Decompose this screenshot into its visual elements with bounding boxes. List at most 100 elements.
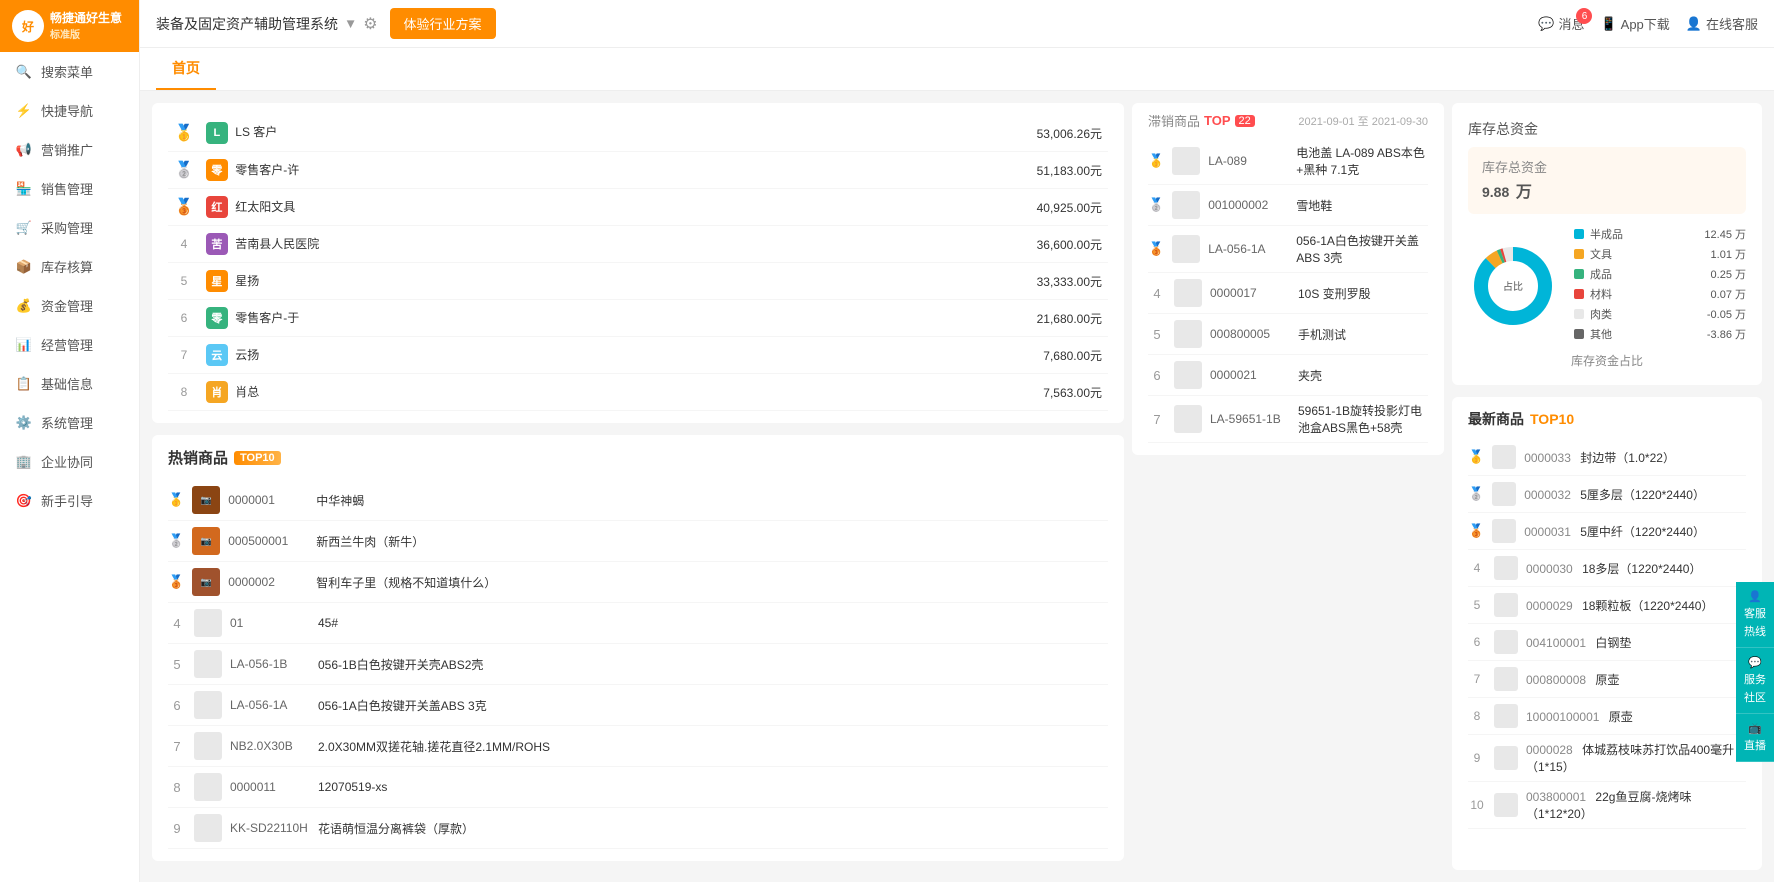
product-name: 夹壳: [1298, 367, 1428, 384]
product-code: LA-089: [1208, 154, 1288, 168]
legend-amount: 0.25 万: [1711, 266, 1746, 282]
float-community-button[interactable]: 💬 服务 社区: [1736, 648, 1774, 714]
sidebar-nav: 🔍 搜索菜单 ⚡ 快捷导航 📢 营销推广 🏪 销售管理 🛒 采购管理 📦 库存核…: [0, 52, 139, 882]
legend-label: 成品: [1590, 266, 1705, 282]
legend-item: 肉类 -0.05 万: [1574, 306, 1746, 322]
sidebar-item-marketing[interactable]: 📢 营销推广: [0, 130, 139, 169]
topbar: 装备及固定资产辅助管理系统 ▼ ⚙ 体验行业方案 💬 消息 6 📱 App下载 …: [140, 0, 1774, 48]
product-code: 003800001: [1526, 790, 1586, 804]
online-service-button[interactable]: 👤 在线客服: [1686, 14, 1758, 33]
legend-label: 材料: [1590, 286, 1705, 302]
float-service-button[interactable]: 👤 客服 热线: [1736, 582, 1774, 648]
svg-text:占比: 占比: [1503, 280, 1523, 293]
product-thumbnail: [1494, 667, 1518, 691]
rank-cell: 5: [168, 263, 200, 300]
medal-icon: 🥇: [174, 125, 194, 142]
sidebar-item-inventory[interactable]: 📦 库存核算: [0, 247, 139, 286]
inventory-title: 库存总资金: [1468, 119, 1746, 139]
product-code: NB2.0X30B: [230, 739, 310, 753]
rank-number: 4: [1468, 561, 1486, 575]
content-area: 🥇 L LS 客户 53,006.26元 🥈 零 零售客户-许 51,183.0…: [140, 91, 1774, 882]
message-button[interactable]: 💬 消息 6: [1538, 14, 1584, 33]
legend-item: 成品 0.25 万: [1574, 266, 1746, 282]
product-name: 056-1B白色按键开关壳ABS2壳: [318, 656, 1108, 673]
list-item: 5 0000029 18颗粒板（1220*2440）: [1468, 587, 1746, 624]
product-name: 原壶: [1595, 673, 1619, 687]
product-name: 10S 变刑罗殷: [1298, 285, 1428, 302]
sold-products-list: 🥇 LA-089 电池盖 LA-089 ABS本色+黑种 7.1克 🥈 0010…: [1148, 138, 1428, 443]
legend-label: 半成品: [1590, 226, 1698, 242]
sidebar-item-sales[interactable]: 🏪 销售管理: [0, 169, 139, 208]
app-download-button[interactable]: 📱 App下载: [1600, 14, 1669, 33]
trial-button[interactable]: 体验行业方案: [390, 8, 496, 39]
product-name: 智利车子里（规格不知道填什么）: [316, 574, 1108, 591]
legend-amount: 1.01 万: [1711, 246, 1746, 262]
sidebar-item-operations[interactable]: 📊 经营管理: [0, 325, 139, 364]
table-row: 5 星 星扬 33,333.00元: [168, 263, 1108, 300]
sidebar-item-system[interactable]: ⚙️ 系统管理: [0, 403, 139, 442]
rank-number: 5: [1148, 327, 1166, 342]
sidebar-item-enterprise[interactable]: 🏢 企业协同: [0, 442, 139, 481]
customer-name: LS 客户: [235, 125, 277, 139]
sidebar-item-basicinfo[interactable]: 📋 基础信息: [0, 364, 139, 403]
sidebar-item-purchase[interactable]: 🛒 采购管理: [0, 208, 139, 247]
product-name: 59651-1B旋转投影灯电池盒ABS黑色+58壳: [1298, 402, 1428, 436]
rank-number: 6: [1468, 635, 1486, 649]
medal-icon: 🥇: [1148, 153, 1164, 169]
system-dropdown-button[interactable]: ▼: [344, 16, 357, 31]
product-code: 004100001: [1526, 636, 1586, 650]
product-info: 10000100001 原壶: [1526, 708, 1746, 725]
message-icon: 💬: [1538, 16, 1554, 32]
sidebar-item-label: 快捷导航: [41, 101, 93, 120]
inventory-icon: 📦: [15, 258, 33, 276]
sidebar-item-finance[interactable]: 💰 资金管理: [0, 286, 139, 325]
sidebar-item-guide[interactable]: 🎯 新手引导: [0, 481, 139, 520]
product-thumbnail: 📷: [192, 568, 220, 596]
hot-products-list: 🥇 📷 0000001 中华神蝎 🥈 📷 000500001 新西兰牛肉（新牛）…: [168, 480, 1108, 849]
medal-icon: 🥉: [168, 574, 184, 590]
product-name: 056-1A白色按键开关盖ABS 3壳: [1296, 232, 1428, 266]
product-thumbnail: [1492, 445, 1516, 469]
customer-badge-cell: 零 零售客户-于: [200, 300, 761, 337]
system-settings-button[interactable]: ⚙: [363, 14, 377, 34]
float-live-button[interactable]: 📺 直播: [1736, 714, 1774, 762]
customer-badge: L: [206, 122, 228, 144]
product-thumbnail: [194, 691, 222, 719]
legend-amount: 0.07 万: [1711, 286, 1746, 302]
product-name: 电池盖 LA-089 ABS本色+黑种 7.1克: [1296, 144, 1428, 178]
product-info: 004100001 白钢垫: [1526, 634, 1746, 651]
legend-item: 半成品 12.45 万: [1574, 226, 1746, 242]
product-thumbnail: [1174, 405, 1202, 433]
list-item: 🥈 0000032 5厘多层（1220*2440）: [1468, 476, 1746, 513]
list-item: 4 0000017 10S 变刑罗殷: [1148, 273, 1428, 314]
sidebar-item-label: 基础信息: [41, 374, 93, 393]
legend-dot: [1574, 309, 1584, 319]
legend-amount: -0.05 万: [1707, 306, 1746, 322]
customer-badge-cell: L LS 客户: [200, 115, 761, 152]
product-code: 10000100001: [1526, 710, 1599, 724]
hot-products-card: 热销商品 TOP10 🥇 📷 0000001 中华神蝎 🥈 📷 00050000…: [152, 435, 1124, 861]
product-thumbnail: [1174, 320, 1202, 348]
rank-number: 5: [168, 657, 186, 672]
product-thumbnail: [194, 650, 222, 678]
product-thumbnail: [1492, 519, 1516, 543]
legend-amount: 12.45 万: [1704, 226, 1746, 242]
rank-number: 9: [1468, 751, 1486, 765]
customer-name: 肖总: [235, 385, 259, 399]
tab-home[interactable]: 首页: [156, 48, 216, 90]
customer-amount: 36,600.00元: [761, 226, 1108, 263]
sidebar-item-label: 企业协同: [41, 452, 93, 471]
sidebar-item-search[interactable]: 🔍 搜索菜单: [0, 52, 139, 91]
product-name: 雪地鞋: [1296, 197, 1428, 214]
list-item: 4 01 45#: [168, 603, 1108, 644]
list-item: 🥇 📷 0000001 中华神蝎: [168, 480, 1108, 521]
list-item: 8 0000011 12070519-xs: [168, 767, 1108, 808]
product-code: 0000011: [230, 780, 310, 794]
list-item: 10 003800001 22g鱼豆腐-烧烤味（1*12*20）: [1468, 782, 1746, 829]
product-code: 0000001: [228, 493, 308, 507]
sidebar-item-quicknav[interactable]: ⚡ 快捷导航: [0, 91, 139, 130]
customer-name: 云扬: [235, 348, 259, 362]
rank-number: 6: [168, 698, 186, 713]
legend-label: 其他: [1590, 326, 1701, 342]
legend-label: 文具: [1590, 246, 1705, 262]
